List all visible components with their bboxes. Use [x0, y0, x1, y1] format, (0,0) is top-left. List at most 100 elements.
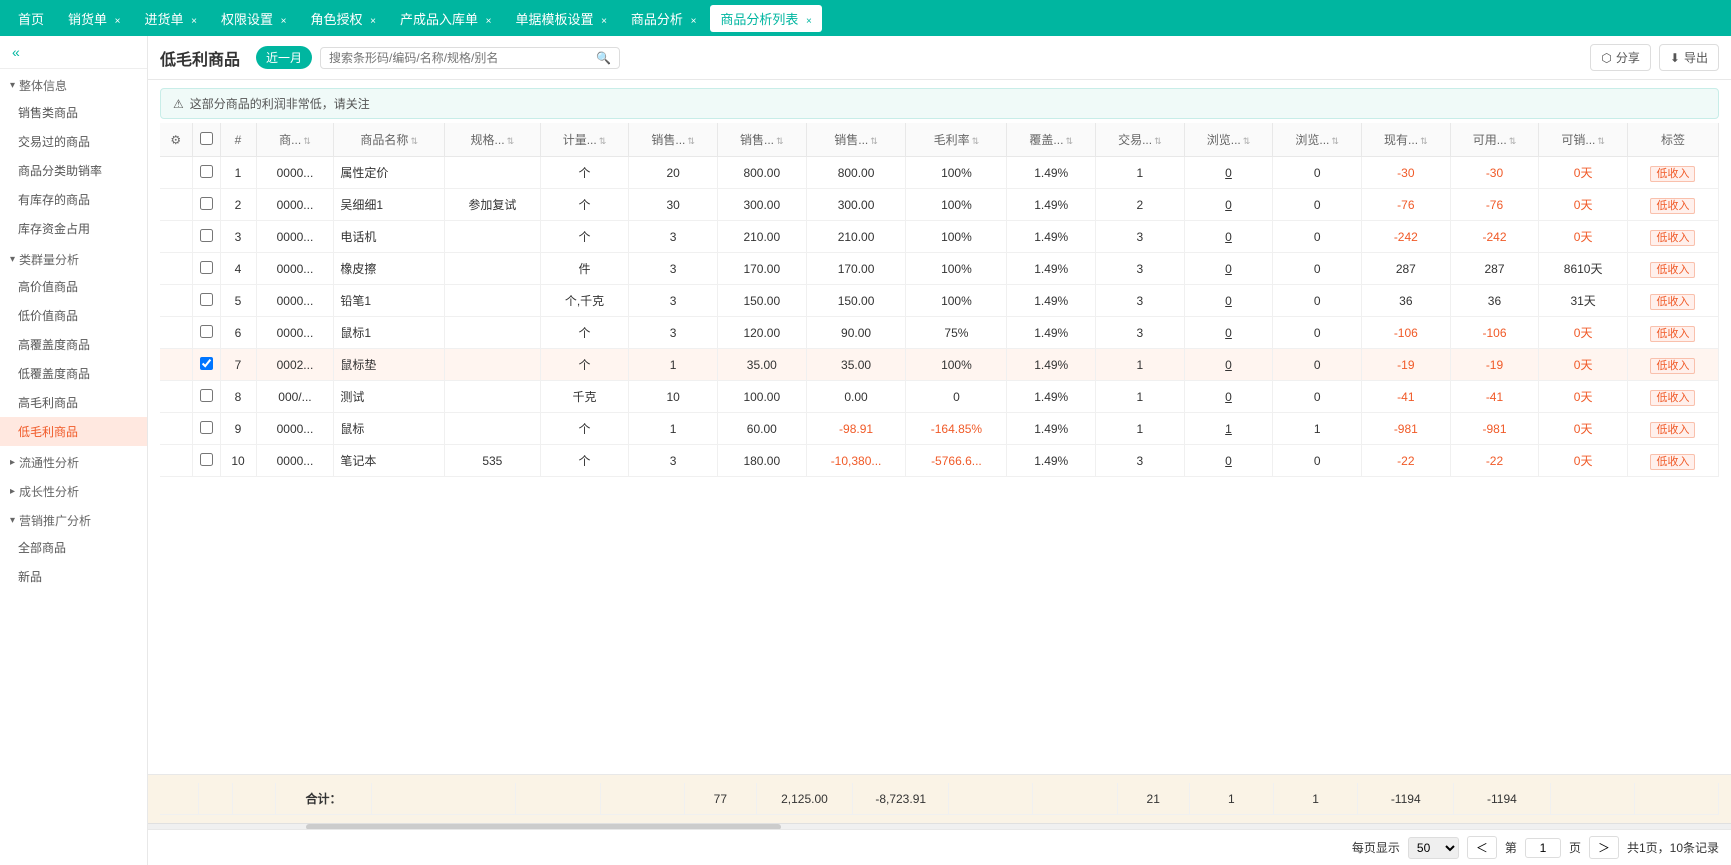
- cell-name[interactable]: 橡皮擦: [334, 253, 445, 285]
- sidebar-item-capital[interactable]: 库存资金占用: [0, 214, 147, 243]
- cell-views1[interactable]: 0: [1184, 221, 1273, 253]
- sidebar-item-category-rate[interactable]: 商品分类助销率: [0, 156, 147, 185]
- share-button[interactable]: ⬡ 分享: [1590, 44, 1651, 71]
- row-checkbox[interactable]: [200, 197, 213, 210]
- export-button[interactable]: ⬇ 导出: [1659, 44, 1719, 71]
- cell-sales-profit: -10,380...: [806, 445, 906, 477]
- nav-item-permissions[interactable]: 权限设置 ×: [211, 5, 296, 32]
- sidebar-item-high-margin[interactable]: 高毛利商品: [0, 388, 147, 417]
- cell-views1[interactable]: 1: [1184, 413, 1273, 445]
- sidebar-item-new-products[interactable]: 新品: [0, 562, 147, 591]
- cell-tag: 低收入: [1627, 413, 1718, 445]
- row-checkbox[interactable]: [200, 325, 213, 338]
- nav-item-production[interactable]: 产成品入库单 ×: [390, 5, 501, 32]
- sidebar-group-overall[interactable]: ▾ 整体信息: [0, 69, 147, 98]
- cell-name[interactable]: 笔记本: [334, 445, 445, 477]
- cell-name[interactable]: 属性定价: [334, 157, 445, 189]
- nav-item-roles[interactable]: 角色授权 ×: [300, 5, 385, 32]
- col-settings[interactable]: ⚙: [160, 123, 192, 157]
- cell-available-stock: 36: [1450, 285, 1539, 317]
- cell-views1[interactable]: 0: [1184, 317, 1273, 349]
- page-number-input[interactable]: [1525, 838, 1561, 858]
- table-row: 8 000/... 测试 千克 10 100.00 0.00 0 1.49% 1…: [160, 381, 1719, 413]
- sidebar-item-low-value[interactable]: 低价值商品: [0, 301, 147, 330]
- cell-views1[interactable]: 0: [1184, 349, 1273, 381]
- cell-views1[interactable]: 0: [1184, 253, 1273, 285]
- sidebar-item-traded[interactable]: 交易过的商品: [0, 127, 147, 156]
- col-available-stock: 可用...⇅: [1450, 123, 1539, 157]
- cell-name[interactable]: 鼠标1: [334, 317, 445, 349]
- cell-name[interactable]: 鼠标垫: [334, 349, 445, 381]
- sidebar-item-low-margin[interactable]: 低毛利商品: [0, 417, 147, 446]
- sidebar-item-sales-products[interactable]: 销售类商品: [0, 98, 147, 127]
- next-page-button[interactable]: ＞: [1589, 836, 1619, 859]
- sidebar-item-high-value[interactable]: 高价值商品: [0, 272, 147, 301]
- sidebar-item-low-coverage[interactable]: 低覆盖度商品: [0, 359, 147, 388]
- cell-views1[interactable]: 0: [1184, 189, 1273, 221]
- row-checkbox[interactable]: [200, 453, 213, 466]
- close-icon[interactable]: ×: [486, 16, 492, 27]
- close-icon[interactable]: ×: [806, 16, 812, 27]
- cell-views2: 0: [1273, 445, 1362, 477]
- nav-item-sales[interactable]: 销货单 ×: [58, 5, 130, 32]
- sidebar-item-in-stock[interactable]: 有库存的商品: [0, 185, 147, 214]
- content-area: 低毛利商品 近一月 🔍 ⬡ 分享 ⬇ 导出 ⚠ 这部分商品的利润非常低，请关注: [148, 36, 1731, 865]
- sidebar-group-marketing[interactable]: ▾ 营销推广分析: [0, 504, 147, 533]
- cell-name[interactable]: 电话机: [334, 221, 445, 253]
- cell-gross-margin: -164.85%: [906, 413, 1007, 445]
- sidebar-item-all-products[interactable]: 全部商品: [0, 533, 147, 562]
- search-icon[interactable]: 🔍: [596, 51, 611, 65]
- close-icon[interactable]: ×: [281, 16, 287, 27]
- nav-item-home[interactable]: 首页: [8, 5, 54, 32]
- cell-name[interactable]: 鼠标: [334, 413, 445, 445]
- cell-views1[interactable]: 0: [1184, 285, 1273, 317]
- cell-sellable-days: 0天: [1539, 157, 1628, 189]
- row-checkbox[interactable]: [200, 261, 213, 274]
- cell-name[interactable]: 测试: [334, 381, 445, 413]
- period-button[interactable]: 近一月: [256, 46, 312, 69]
- nav-item-analysis-list[interactable]: 商品分析列表 ×: [710, 5, 821, 32]
- row-checkbox[interactable]: [200, 229, 213, 242]
- cell-trade: 3: [1096, 253, 1185, 285]
- nav-item-template[interactable]: 单据模板设置 ×: [505, 5, 616, 32]
- cell-check: [192, 317, 220, 349]
- close-icon[interactable]: ×: [115, 16, 121, 27]
- cell-name[interactable]: 铅笔1: [334, 285, 445, 317]
- close-icon[interactable]: ×: [370, 16, 376, 27]
- page-suffix: 页: [1569, 839, 1581, 856]
- close-icon[interactable]: ×: [691, 16, 697, 27]
- sidebar-group-growth[interactable]: ▸ 成长性分析: [0, 475, 147, 504]
- sidebar-collapse-btn[interactable]: «: [8, 40, 24, 64]
- cell-views1[interactable]: 0: [1184, 445, 1273, 477]
- cell-check: [192, 157, 220, 189]
- per-page-label: 每页显示: [1352, 839, 1400, 856]
- per-page-select[interactable]: 50 20 100: [1408, 837, 1459, 859]
- close-icon[interactable]: ×: [601, 16, 607, 27]
- cell-unit: 件: [540, 253, 629, 285]
- col-sales-profit: 销售...⇅: [806, 123, 906, 157]
- cell-views1[interactable]: 0: [1184, 157, 1273, 189]
- cell-spec: [445, 349, 541, 381]
- close-icon[interactable]: ×: [191, 16, 197, 27]
- row-checkbox[interactable]: [200, 165, 213, 178]
- row-checkbox[interactable]: [200, 389, 213, 402]
- nav-item-analysis[interactable]: 商品分析 ×: [621, 5, 706, 32]
- sidebar-group-flow[interactable]: ▸ 流通性分析: [0, 446, 147, 475]
- row-checkbox[interactable]: [200, 293, 213, 306]
- nav-item-purchase[interactable]: 进货单 ×: [135, 5, 207, 32]
- row-checkbox[interactable]: [200, 421, 213, 434]
- select-all-checkbox[interactable]: [200, 132, 213, 145]
- cell-sales-qty: 1: [629, 349, 718, 381]
- content-header: 低毛利商品 近一月 🔍 ⬡ 分享 ⬇ 导出: [148, 36, 1731, 80]
- sidebar-group-cluster[interactable]: ▾ 类群量分析: [0, 243, 147, 272]
- row-checkbox[interactable]: [200, 357, 213, 370]
- search-input[interactable]: [329, 51, 596, 65]
- prev-page-button[interactable]: ＜: [1467, 836, 1497, 859]
- col-trade: 交易...⇅: [1096, 123, 1185, 157]
- table-body: 1 0000... 属性定价 个 20 800.00 800.00 100% 1…: [160, 157, 1719, 477]
- cell-name[interactable]: 吴细细1: [334, 189, 445, 221]
- cell-num: 8: [220, 381, 256, 413]
- sidebar-item-high-coverage[interactable]: 高覆盖度商品: [0, 330, 147, 359]
- cell-sales-qty: 20: [629, 157, 718, 189]
- cell-views1[interactable]: 0: [1184, 381, 1273, 413]
